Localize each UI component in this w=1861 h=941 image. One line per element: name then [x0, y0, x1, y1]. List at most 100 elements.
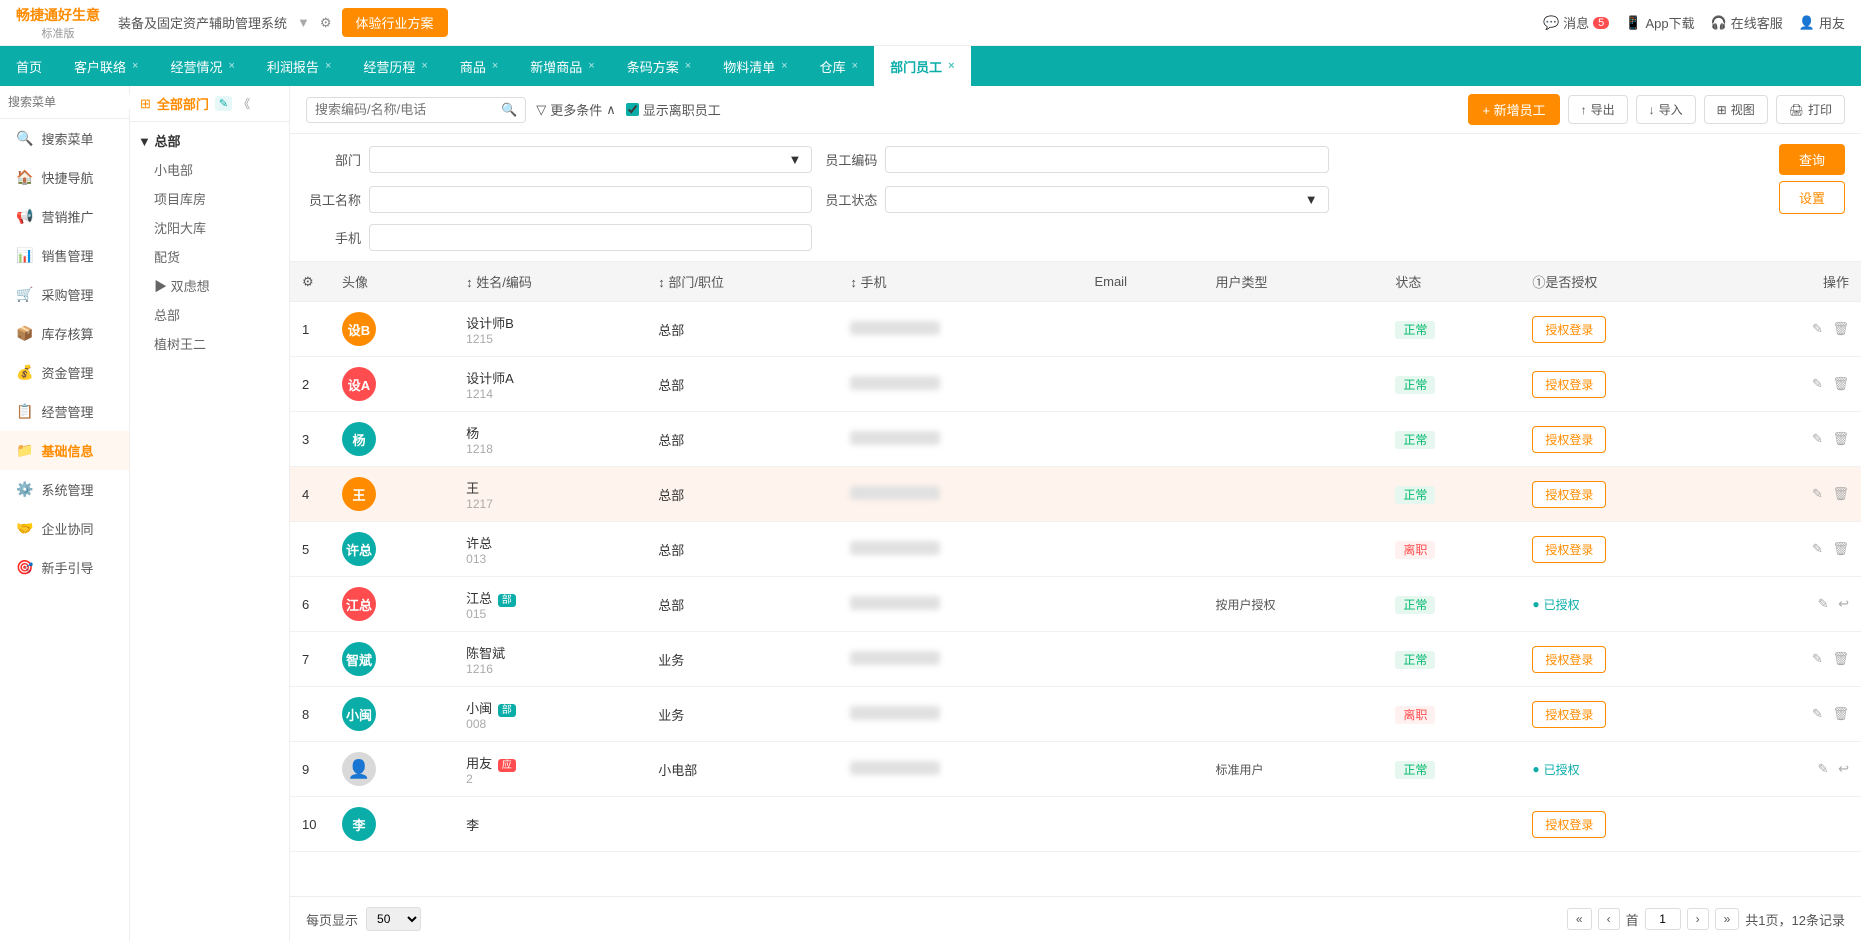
dept-node-head[interactable]: ▼ 总部 [130, 126, 289, 155]
import-button[interactable]: ↓ 导入 [1636, 95, 1696, 124]
delete-icon[interactable]: 🗑 [1832, 706, 1849, 721]
delete-icon[interactable]: 🗑 [1832, 541, 1849, 556]
close-icon[interactable]: × [132, 60, 138, 72]
close-icon[interactable]: × [228, 60, 234, 72]
edit-icon[interactable]: ✎ [1812, 706, 1823, 721]
show-resigned-checkbox[interactable]: 显示离职员工 [626, 100, 721, 119]
close-icon[interactable]: × [852, 60, 858, 72]
tab-bom[interactable]: 物料清单 × [707, 46, 803, 86]
sidebar-item-quicknav[interactable]: 🏠 快捷导航 [0, 158, 129, 197]
close-icon[interactable]: × [492, 60, 498, 72]
per-page-select[interactable]: 50 20 100 [366, 907, 421, 931]
delete-icon[interactable]: ↩ [1838, 761, 1849, 776]
export-button[interactable]: ↑ 导出 [1568, 95, 1628, 124]
edit-icon[interactable]: ✎ [1812, 431, 1823, 446]
delete-icon[interactable]: 🗑 [1832, 651, 1849, 666]
tab-history[interactable]: 经营历程 × [347, 46, 443, 86]
close-icon[interactable]: × [685, 60, 691, 72]
dept-edit-icon[interactable]: ✎ [215, 96, 232, 111]
sidebar-item-system[interactable]: ⚙️ 系统管理 [0, 470, 129, 509]
edit-icon[interactable]: ✎ [1818, 596, 1829, 611]
app-download-btn[interactable]: 📱 App下载 [1625, 13, 1694, 32]
auth-btn[interactable]: 授权登录 [1532, 646, 1606, 673]
dept-collapse-icon[interactable]: 《 [238, 95, 250, 112]
dept-node-head-office[interactable]: 总部 [130, 300, 289, 329]
page-number-input[interactable] [1645, 908, 1681, 930]
dept-node-distribution[interactable]: 配货 [130, 242, 289, 271]
dept-node-project[interactable]: 项目库房 [130, 184, 289, 213]
sidebar-item-operations[interactable]: 📋 经营管理 [0, 392, 129, 431]
dept-node-small-elec[interactable]: 小电部 [130, 155, 289, 184]
sidebar-item-inventory[interactable]: 📦 库存核算 [0, 314, 129, 353]
settings-icon[interactable]: ⚙ [320, 15, 332, 31]
phone-field[interactable] [380, 230, 801, 245]
delete-icon[interactable]: 🗑 [1832, 486, 1849, 501]
sidebar-item-finance[interactable]: 💰 资金管理 [0, 353, 129, 392]
edit-icon[interactable]: ✎ [1818, 761, 1829, 776]
tab-department[interactable]: 部门员工 × [874, 46, 970, 86]
edit-icon[interactable]: ✎ [1812, 376, 1823, 391]
delete-icon[interactable]: 🗑 [1832, 431, 1849, 446]
close-icon[interactable]: × [325, 60, 331, 72]
close-icon[interactable]: × [948, 60, 954, 72]
dept-node-dual[interactable]: ▶ 双虑想 [130, 271, 289, 300]
close-icon[interactable]: × [781, 60, 787, 72]
auth-btn[interactable]: 授权登录 [1532, 811, 1606, 838]
emp-name-field[interactable] [380, 192, 801, 207]
search-input[interactable] [315, 102, 495, 117]
tab-new-goods[interactable]: 新增商品 × [514, 46, 610, 86]
set-button[interactable]: 设置 [1779, 181, 1845, 214]
emp-code-field[interactable] [896, 152, 1317, 167]
sidebar-item-marketing[interactable]: 📢 营销推广 [0, 197, 129, 236]
col-phone[interactable]: ↕ 手机 [838, 262, 1082, 302]
emp-name-input[interactable] [369, 186, 812, 213]
tab-customer[interactable]: 客户联络 × [58, 46, 154, 86]
view-button[interactable]: ⊞ 视图 [1704, 95, 1768, 124]
auth-btn[interactable]: 授权登录 [1532, 371, 1606, 398]
settings-icon[interactable]: ⚙ [302, 274, 314, 289]
delete-icon[interactable]: 🗑 [1832, 321, 1849, 336]
tab-warehouse[interactable]: 仓库 × [804, 46, 874, 86]
auth-btn[interactable]: 授权登录 [1532, 316, 1606, 343]
col-name[interactable]: ↕ 姓名/编码 [454, 262, 646, 302]
next-page-btn[interactable]: › [1687, 908, 1709, 930]
query-button[interactable]: 查询 [1779, 144, 1845, 175]
emp-status-select[interactable]: ▼ [885, 186, 1328, 213]
delete-icon[interactable]: ↩ [1838, 596, 1849, 611]
close-icon[interactable]: × [588, 60, 594, 72]
dept-node-shenyang[interactable]: 沈阳大库 [130, 213, 289, 242]
messages-btn[interactable]: 💬 消息 5 [1543, 13, 1609, 32]
last-page-btn[interactable]: » [1715, 908, 1740, 930]
online-service-btn[interactable]: 🎧 在线客服 [1711, 13, 1783, 32]
tab-goods[interactable]: 商品 × [444, 46, 514, 86]
dept-select[interactable]: ▼ [369, 146, 812, 173]
auth-btn[interactable]: 授权登录 [1532, 426, 1606, 453]
print-button[interactable]: 🖨 打印 [1776, 95, 1845, 124]
col-dept[interactable]: ↕ 部门/职位 [646, 262, 838, 302]
dept-node-plant[interactable]: 植树王二 [130, 329, 289, 358]
edit-icon[interactable]: ✎ [1812, 486, 1823, 501]
tab-home[interactable]: 首页 [0, 46, 58, 86]
close-icon[interactable]: × [421, 60, 427, 72]
phone-input[interactable] [369, 224, 812, 251]
col-settings[interactable]: ⚙ [290, 262, 330, 302]
auth-btn[interactable]: 授权登录 [1532, 481, 1606, 508]
tab-barcode[interactable]: 条码方案 × [611, 46, 707, 86]
prev-page-btn[interactable]: ‹ [1598, 908, 1620, 930]
tab-profit[interactable]: 利润报告 × [251, 46, 347, 86]
delete-icon[interactable]: 🗑 [1832, 376, 1849, 391]
sidebar-item-purchase[interactable]: 🛒 采购管理 [0, 275, 129, 314]
sidebar-item-basic-info[interactable]: 📁 基础信息 [0, 431, 129, 470]
sidebar-item-guide[interactable]: 🎯 新手引导 [0, 548, 129, 587]
first-page-btn[interactable]: « [1567, 908, 1592, 930]
edit-icon[interactable]: ✎ [1812, 651, 1823, 666]
sidebar-item-sales[interactable]: 📊 销售管理 [0, 236, 129, 275]
tab-operations[interactable]: 经营情况 × [154, 46, 250, 86]
dropdown-icon[interactable]: ▼ [297, 15, 310, 30]
edit-icon[interactable]: ✎ [1812, 541, 1823, 556]
emp-code-input[interactable] [885, 146, 1328, 173]
sidebar-item-search[interactable]: 🔍 搜索菜单 [0, 119, 129, 158]
more-conditions-btn[interactable]: ▽ 更多条件 ∧ [536, 100, 616, 119]
sidebar-item-collab[interactable]: 🤝 企业协同 [0, 509, 129, 548]
resigned-checkbox-input[interactable] [626, 103, 639, 116]
